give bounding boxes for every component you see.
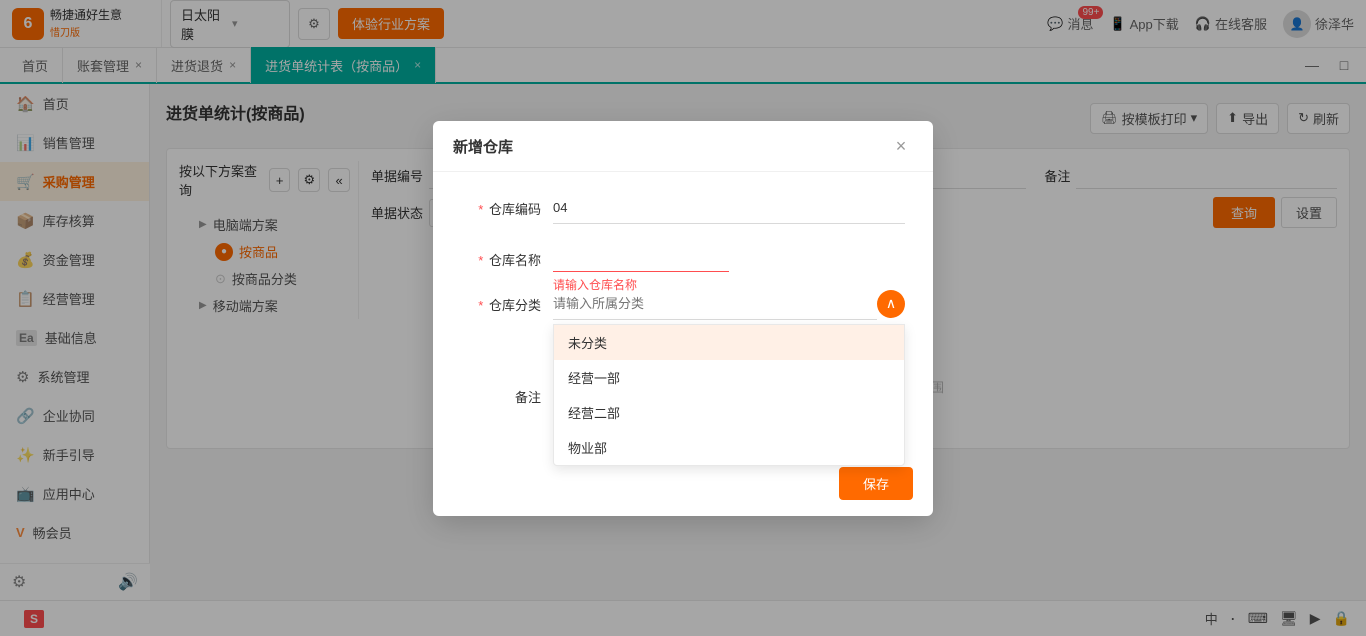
form-row-name: * 仓库名称 请输入仓库名称 [461,240,905,272]
category-select-wrapper: ∧ 未分类 经营一部 经营二部 物业部 [553,288,905,320]
form-row-category: * 仓库分类 ∧ 未分类 经营一部 经营二部 物业部 [461,288,905,320]
dialog-header: 新增仓库 × [433,121,933,172]
dialog-title: 新增仓库 [453,136,513,157]
category-input[interactable] [553,288,877,320]
dialog-body: * 仓库编码 * 仓库名称 请输入仓库名称 * [433,172,933,455]
required-mark2: * [478,253,483,268]
name-label: * 仓库名称 [461,243,541,269]
name-input[interactable] [553,240,729,272]
dropdown-item-ops1[interactable]: 经营一部 [554,360,904,395]
save-button[interactable]: 保存 [839,467,913,500]
form-row-code: * 仓库编码 [461,192,905,224]
category-toggle-button[interactable]: ∧ [877,290,905,318]
required-mark: * [478,202,483,217]
category-label: * 仓库分类 [461,288,541,314]
dropdown-item-unclassified[interactable]: 未分类 [554,325,904,360]
note-label2: 备注 [461,380,541,406]
modal-overlay: 新增仓库 × * 仓库编码 * 仓库名称 [0,0,1366,636]
dropdown-item-property[interactable]: 物业部 [554,430,904,465]
code-input[interactable] [553,192,905,224]
dialog-close-button[interactable]: × [889,135,913,159]
code-label: * 仓库编码 [461,192,541,218]
required-mark3: * [478,298,483,313]
dropdown-item-ops2[interactable]: 经营二部 [554,395,904,430]
add-warehouse-dialog: 新增仓库 × * 仓库编码 * 仓库名称 [433,121,933,516]
category-dropdown: 未分类 经营一部 经营二部 物业部 [553,324,905,466]
